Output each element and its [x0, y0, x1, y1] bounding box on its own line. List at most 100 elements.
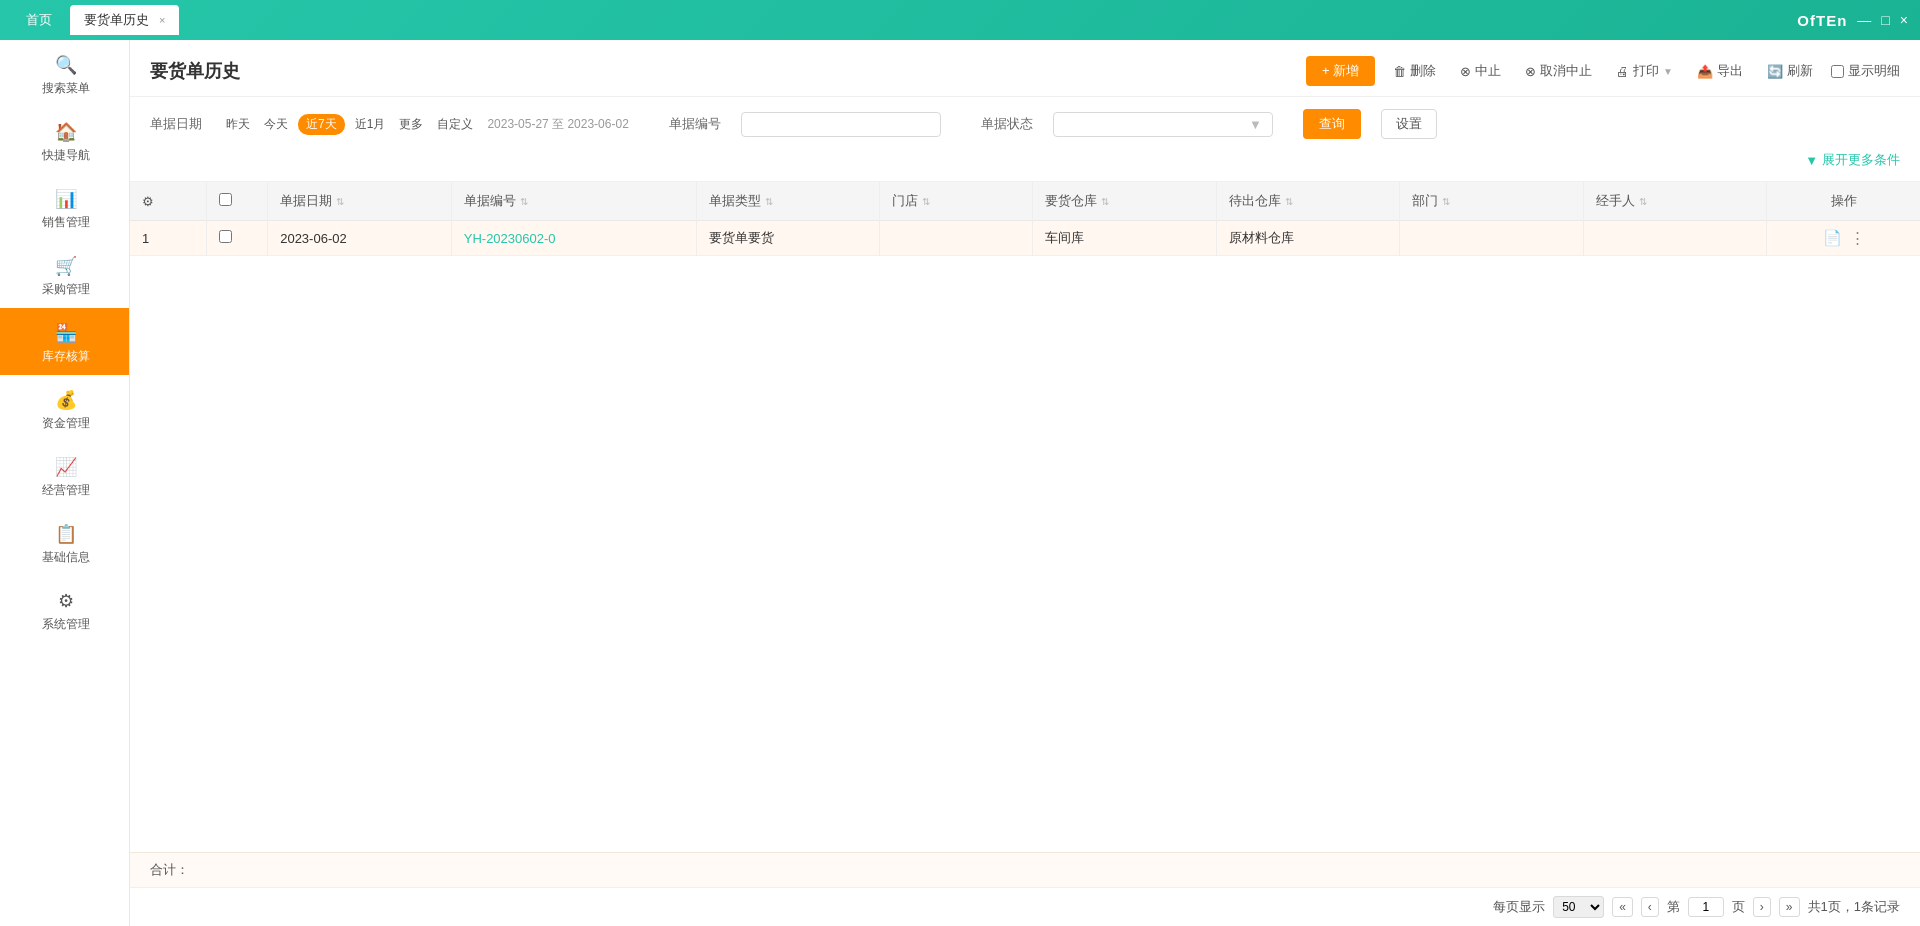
filter-row-1: 单据日期 昨天 今天 近7天 近1月 更多 自定义 2023-05-27 至 2… [150, 109, 1900, 139]
shortcut-more[interactable]: 更多 [395, 114, 427, 135]
toolbar: + 新增 🗑 删除 ⊗ 中止 ⊗ 取消中止 🖨 打印 ▼ [1306, 56, 1900, 86]
tab-close-icon[interactable]: × [159, 14, 165, 26]
settings-button[interactable]: 设置 [1381, 109, 1437, 139]
sidebar-label-search-menu: 搜索菜单 [42, 80, 90, 97]
sidebar-item-finance[interactable]: 💰 资金管理 [0, 375, 129, 442]
th-settings[interactable]: ⚙ [130, 182, 206, 221]
sidebar-label-purchase: 采购管理 [42, 281, 90, 298]
last-page-btn[interactable]: » [1779, 897, 1800, 917]
expand-icon: ▼ [1805, 153, 1818, 168]
tab-home[interactable]: 首页 [12, 5, 66, 35]
inventory-icon: 🏪 [55, 322, 77, 344]
top-bar: 首页 要货单历史 × OfTEn — □ × [0, 0, 1920, 40]
finance-icon: 💰 [55, 389, 77, 411]
shortcut-custom[interactable]: 自定义 [433, 114, 477, 135]
th-handler[interactable]: 经手人 ⇅ [1583, 182, 1767, 221]
footer-total-label: 合计： [150, 862, 189, 877]
table-container: ⚙ 单据日期 ⇅ 单据编号 [130, 182, 1920, 852]
docno-link[interactable]: YH-20230602-0 [464, 231, 556, 246]
window-maximize-icon[interactable]: □ [1881, 12, 1889, 28]
sidebar-item-inventory[interactable]: 🏪 库存核算 [0, 308, 129, 375]
status-label: 单据状态 [981, 115, 1033, 133]
page-number-input[interactable] [1688, 897, 1724, 917]
add-button[interactable]: + 新增 [1306, 56, 1375, 86]
first-page-btn[interactable]: « [1612, 897, 1633, 917]
brand-text: OfTEn [1797, 12, 1847, 29]
export-button[interactable]: 📤 导出 [1691, 58, 1749, 84]
prev-page-btn[interactable]: ‹ [1641, 897, 1659, 917]
td-dept [1400, 221, 1584, 256]
tab-home-label: 首页 [26, 11, 52, 29]
query-button[interactable]: 查询 [1303, 109, 1361, 139]
main-layout: 🔍 搜索菜单 🏠 快捷导航 📊 销售管理 🛒 采购管理 🏪 库存核算 💰 资金管… [0, 40, 1920, 926]
filter-area: 单据日期 昨天 今天 近7天 近1月 更多 自定义 2023-05-27 至 2… [130, 97, 1920, 182]
sidebar-item-operations[interactable]: 📈 经营管理 [0, 442, 129, 509]
cancel-stop-button[interactable]: ⊗ 取消中止 [1519, 58, 1598, 84]
print-icon: 🖨 [1616, 64, 1629, 79]
sort-icon-reqwh: ⇅ [1101, 196, 1109, 207]
th-date[interactable]: 单据日期 ⇅ [268, 182, 452, 221]
td-docno[interactable]: YH-20230602-0 [451, 221, 696, 256]
shortcut-yesterday[interactable]: 昨天 [222, 114, 254, 135]
th-pending[interactable]: 待出仓库 ⇅ [1216, 182, 1400, 221]
td-store [880, 221, 1033, 256]
row-more-icon[interactable]: ⋮ [1850, 229, 1865, 247]
sort-icon-dept: ⇅ [1442, 196, 1450, 207]
export-icon: 📤 [1697, 64, 1713, 79]
doc-no-input[interactable] [741, 112, 941, 137]
sort-icon-date: ⇅ [336, 196, 344, 207]
td-action: 📄 ⋮ [1767, 221, 1920, 256]
th-reqwh[interactable]: 要货仓库 ⇅ [1033, 182, 1217, 221]
refresh-button[interactable]: 🔄 刷新 [1761, 58, 1819, 84]
page-size-label: 每页显示 [1493, 898, 1545, 916]
expand-more-btn[interactable]: ▼ 展开更多条件 [1805, 151, 1900, 169]
purchase-icon: 🛒 [55, 255, 77, 277]
page-size-select[interactable]: 50 10 20 100 [1553, 896, 1604, 918]
window-close-icon[interactable]: × [1900, 12, 1908, 28]
sidebar-item-quick-nav[interactable]: 🏠 快捷导航 [0, 107, 129, 174]
row-edit-icon[interactable]: 📄 [1823, 229, 1842, 247]
sidebar-item-purchase[interactable]: 🛒 采购管理 [0, 241, 129, 308]
operations-icon: 📈 [55, 456, 77, 478]
select-all-checkbox[interactable] [219, 193, 232, 206]
status-dropdown-icon: ▼ [1249, 117, 1262, 132]
th-docno[interactable]: 单据编号 ⇅ [451, 182, 696, 221]
tab-requisition-label: 要货单历史 [84, 11, 149, 29]
th-action: 操作 [1767, 182, 1920, 221]
sidebar-label-sales: 销售管理 [42, 214, 90, 231]
print-button[interactable]: 🖨 打印 ▼ [1610, 58, 1679, 84]
show-detail-checkbox[interactable] [1831, 65, 1844, 78]
th-dept[interactable]: 部门 ⇅ [1400, 182, 1584, 221]
shortcut-1month[interactable]: 近1月 [351, 114, 390, 135]
th-checkbox[interactable] [206, 182, 267, 221]
stop-button[interactable]: ⊗ 中止 [1454, 58, 1507, 84]
shortcut-7days[interactable]: 近7天 [298, 114, 345, 135]
sidebar-item-basic-info[interactable]: 📋 基础信息 [0, 509, 129, 576]
sidebar-item-sales[interactable]: 📊 销售管理 [0, 174, 129, 241]
sidebar-label-quick-nav: 快捷导航 [42, 147, 90, 164]
sidebar-item-system[interactable]: ⚙ 系统管理 [0, 576, 129, 643]
table-header: ⚙ 单据日期 ⇅ 单据编号 [130, 182, 1920, 221]
status-select[interactable]: ▼ [1053, 112, 1273, 137]
print-dropdown-icon[interactable]: ▼ [1663, 66, 1673, 77]
next-page-btn[interactable]: › [1753, 897, 1771, 917]
page-header: 要货单历史 + 新增 🗑 删除 ⊗ 中止 ⊗ 取消中止 🖨 打印 [130, 40, 1920, 97]
th-store[interactable]: 门店 ⇅ [880, 182, 1033, 221]
td-date: 2023-06-02 [268, 221, 452, 256]
table-settings-icon[interactable]: ⚙ [142, 194, 154, 209]
requisition-table: ⚙ 单据日期 ⇅ 单据编号 [130, 182, 1920, 256]
row-checkbox[interactable] [219, 230, 232, 243]
content-area: 要货单历史 + 新增 🗑 删除 ⊗ 中止 ⊗ 取消中止 🖨 打印 [130, 40, 1920, 926]
expand-row: ▼ 展开更多条件 [150, 147, 1900, 169]
shortcut-today[interactable]: 今天 [260, 114, 292, 135]
td-checkbox[interactable] [206, 221, 267, 256]
th-type[interactable]: 单据类型 ⇅ [696, 182, 880, 221]
sort-icon-type: ⇅ [765, 196, 773, 207]
delete-button[interactable]: 🗑 删除 [1387, 58, 1442, 84]
show-detail-toggle[interactable]: 显示明细 [1831, 62, 1900, 80]
sidebar-label-operations: 经营管理 [42, 482, 90, 499]
sidebar-item-search-menu[interactable]: 🔍 搜索菜单 [0, 40, 129, 107]
tab-requisition-history[interactable]: 要货单历史 × [70, 5, 179, 35]
window-minimize-icon[interactable]: — [1857, 12, 1871, 28]
cancel-stop-icon: ⊗ [1525, 64, 1536, 79]
